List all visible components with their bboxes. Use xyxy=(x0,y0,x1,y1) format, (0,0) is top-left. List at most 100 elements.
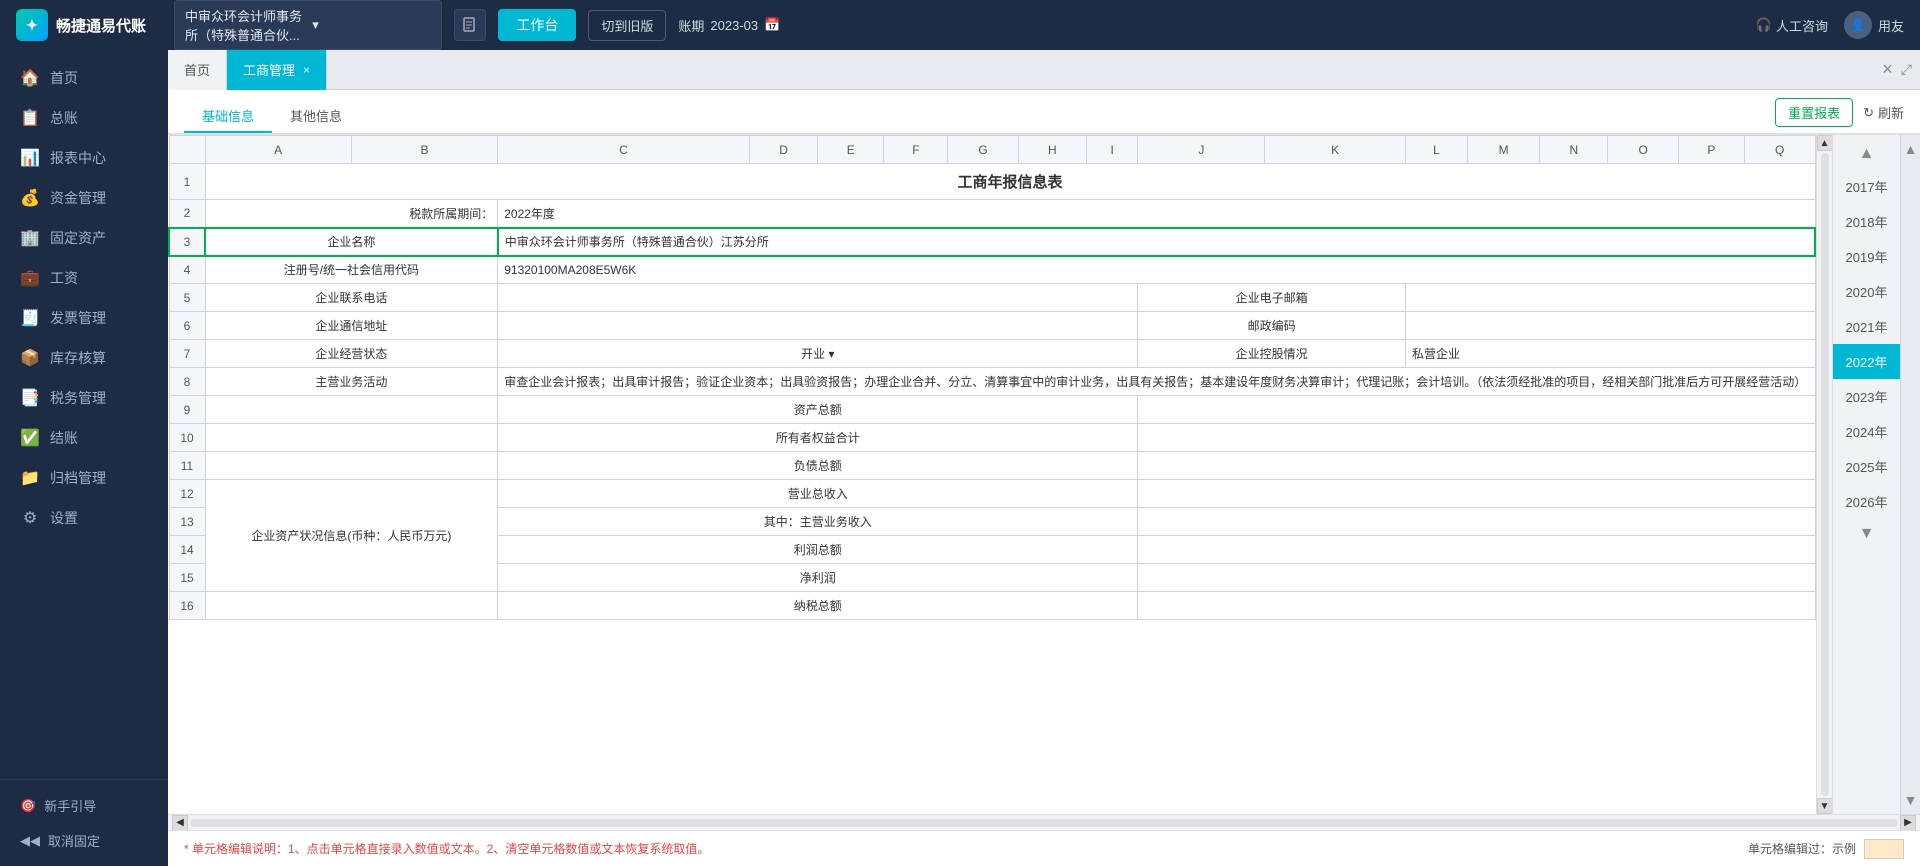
edit-tip-text: * 单元格编辑说明：1、点击单元格直接录入数值或文本。2、清空单元格数值或文本恢… xyxy=(184,840,709,857)
revenue-value[interactable] xyxy=(1138,480,1815,508)
window-expand-icon[interactable]: ⤢ xyxy=(1901,61,1912,78)
table-row: 7 企业经营状态 开业 ▾ 企业控股情况 私营企业 xyxy=(169,340,1815,368)
right-sidebar: ▲ ▼ xyxy=(1900,135,1920,814)
period-label: 账期 xyxy=(678,16,704,35)
sidebar-item-finance[interactable]: 💰 资金管理 xyxy=(0,178,168,218)
v-scroll-track[interactable] xyxy=(1821,153,1829,796)
liabilities-value[interactable] xyxy=(1138,452,1815,480)
col-header-q: Q xyxy=(1744,136,1815,164)
year-item-2026[interactable]: 2026年 xyxy=(1833,484,1900,519)
sidebar-bottom: 🎯 新手引导 ◀◀ 取消固定 xyxy=(0,779,168,866)
tab-close-icon[interactable]: × xyxy=(303,63,310,77)
sidebar-item-settings[interactable]: ⚙ 设置 xyxy=(0,498,168,538)
old-version-button[interactable]: 切到旧版 xyxy=(588,10,666,41)
sidebar-item-close[interactable]: ✅ 结账 xyxy=(0,418,168,458)
main-layout: 🏠 首页 📋 总账 📊 报表中心 💰 资金管理 🏢 固定资产 💼 工资 🧾 发票… xyxy=(0,50,1920,866)
year-item-2024[interactable]: 2024年 xyxy=(1833,414,1900,449)
refresh-button[interactable]: ↻ 刷新 xyxy=(1863,103,1904,122)
sidebar-item-payroll[interactable]: 💼 工资 xyxy=(0,258,168,298)
row-num-11: 11 xyxy=(169,452,205,480)
sub-tab-other[interactable]: 其他信息 xyxy=(272,100,360,133)
sub-tab-basic[interactable]: 基础信息 xyxy=(184,100,272,133)
address-value-cell[interactable] xyxy=(498,312,1138,340)
v-scroll-up[interactable]: ▲ xyxy=(1817,135,1833,151)
status-value-cell[interactable]: 开业 ▾ xyxy=(498,340,1138,368)
year-nav-up[interactable]: ▲ xyxy=(1833,139,1900,169)
sidebar-label-payroll: 工资 xyxy=(50,268,78,288)
h-scroll-right[interactable]: ▶ xyxy=(1900,815,1916,831)
email-value-cell[interactable] xyxy=(1405,284,1815,312)
app-title: 畅捷通易代账 xyxy=(56,15,146,36)
revenue-label: 营业总收入 xyxy=(498,480,1138,508)
year-item-2022[interactable]: 2022年 xyxy=(1833,344,1900,379)
postcode-value-cell[interactable] xyxy=(1405,312,1815,340)
sidebar-item-inventory[interactable]: 📦 库存核算 xyxy=(0,338,168,378)
company-selector[interactable]: 中审众环会计师事务所（特殊普通合伙... ▾ xyxy=(174,0,442,50)
sidebar-item-unpin[interactable]: ◀◀ 取消固定 xyxy=(0,823,168,858)
col-header-d: D xyxy=(750,136,818,164)
sidebar-item-reports[interactable]: 📊 报表中心 xyxy=(0,138,168,178)
net-profit-value[interactable] xyxy=(1138,564,1815,592)
reset-report-button[interactable]: 重置报表 xyxy=(1775,98,1853,127)
equity-value[interactable] xyxy=(1138,424,1815,452)
total-assets-value[interactable] xyxy=(1138,396,1815,424)
sidebar-label-reports: 报表中心 xyxy=(50,148,106,168)
col-header-o: O xyxy=(1608,136,1678,164)
sidebar-item-invoice[interactable]: 🧾 发票管理 xyxy=(0,298,168,338)
sidebar-item-ledger[interactable]: 📋 总账 xyxy=(0,98,168,138)
sidebar-item-archive[interactable]: 📁 归档管理 xyxy=(0,458,168,498)
tax-value[interactable] xyxy=(1138,592,1815,620)
collapse-down-arrow[interactable]: ▼ xyxy=(1902,786,1920,814)
reg-value-cell[interactable]: 91320100MA208E5W6K xyxy=(498,256,1815,284)
edit-example-label: 单元格编辑过：示例 xyxy=(1748,840,1856,857)
col-header-l: L xyxy=(1405,136,1467,164)
period-value-cell[interactable]: 2022年度 xyxy=(498,200,1815,228)
phone-value-cell[interactable] xyxy=(498,284,1138,312)
year-item-2021[interactable]: 2021年 xyxy=(1833,309,1900,344)
doc-icon[interactable] xyxy=(454,9,486,41)
title-cell[interactable]: 工商年报信息表 xyxy=(205,164,1815,200)
sidebar-label-archive: 归档管理 xyxy=(50,468,106,488)
year-item-2023[interactable]: 2023年 xyxy=(1833,379,1900,414)
sidebar-item-home[interactable]: 🏠 首页 xyxy=(0,58,168,98)
business-value-cell[interactable]: 审查企业会计报表；出具审计报告；验证企业资本；出具验资报告；办理企业合并、分立、… xyxy=(498,368,1815,396)
h-scroll-track[interactable] xyxy=(190,819,1898,827)
table-row: 9 资产总额 xyxy=(169,396,1815,424)
sidebar-item-assets[interactable]: 🏢 固定资产 xyxy=(0,218,168,258)
h-scroll-left[interactable]: ◀ xyxy=(172,815,188,831)
table-row: 11 负债总额 xyxy=(169,452,1815,480)
report-icon: 📊 xyxy=(20,148,40,168)
window-close-icon[interactable]: × xyxy=(1882,59,1893,80)
main-revenue-value[interactable] xyxy=(1138,508,1815,536)
tab-business-management[interactable]: 工商管理 × xyxy=(227,50,327,90)
col-header-n: N xyxy=(1540,136,1608,164)
tab-home[interactable]: 首页 xyxy=(168,50,227,90)
collapse-up-arrow[interactable]: ▲ xyxy=(1902,135,1920,163)
year-item-2017[interactable]: 2017年 xyxy=(1833,169,1900,204)
total-profit-value[interactable] xyxy=(1138,536,1815,564)
company-name-cell[interactable]: 中审众环会计师事务所（特殊普通合伙）江苏分所 xyxy=(498,228,1815,256)
calendar-icon[interactable]: 📅 xyxy=(764,17,780,33)
workbench-button[interactable]: 工作台 xyxy=(498,9,576,41)
year-item-2025[interactable]: 2025年 xyxy=(1833,449,1900,484)
v-scroll-down[interactable]: ▼ xyxy=(1817,798,1833,814)
year-item-2020[interactable]: 2020年 xyxy=(1833,274,1900,309)
asset-spacer-cell xyxy=(205,396,498,424)
sidebar-item-guide[interactable]: 🎯 新手引导 xyxy=(0,788,168,823)
sub-tab-actions: 重置报表 ↻ 刷新 xyxy=(1775,98,1904,133)
invoice-icon: 🧾 xyxy=(20,308,40,328)
sidebar-item-tax[interactable]: 📑 税务管理 xyxy=(0,378,168,418)
holding-value-cell[interactable]: 私营企业 xyxy=(1405,340,1815,368)
sub-tab-bar: 基础信息 其他信息 重置报表 ↻ 刷新 xyxy=(168,90,1920,135)
year-item-2018[interactable]: 2018年 xyxy=(1833,204,1900,239)
year-nav-down[interactable]: ▼ xyxy=(1833,519,1900,549)
sub-tabs: 基础信息 其他信息 xyxy=(184,100,360,131)
year-item-2019[interactable]: 2019年 xyxy=(1833,239,1900,274)
row-num-6: 6 xyxy=(169,312,205,340)
col-header-p: P xyxy=(1678,136,1744,164)
spreadsheet[interactable]: A B C D E F G H I J xyxy=(168,135,1816,814)
period-area: 账期 2023-03 📅 xyxy=(678,16,780,35)
user-area[interactable]: 👤 用友 xyxy=(1844,11,1904,39)
support-button[interactable]: 🎧 人工咨询 xyxy=(1756,16,1828,35)
postcode-label-cell: 邮政编码 xyxy=(1138,312,1406,340)
